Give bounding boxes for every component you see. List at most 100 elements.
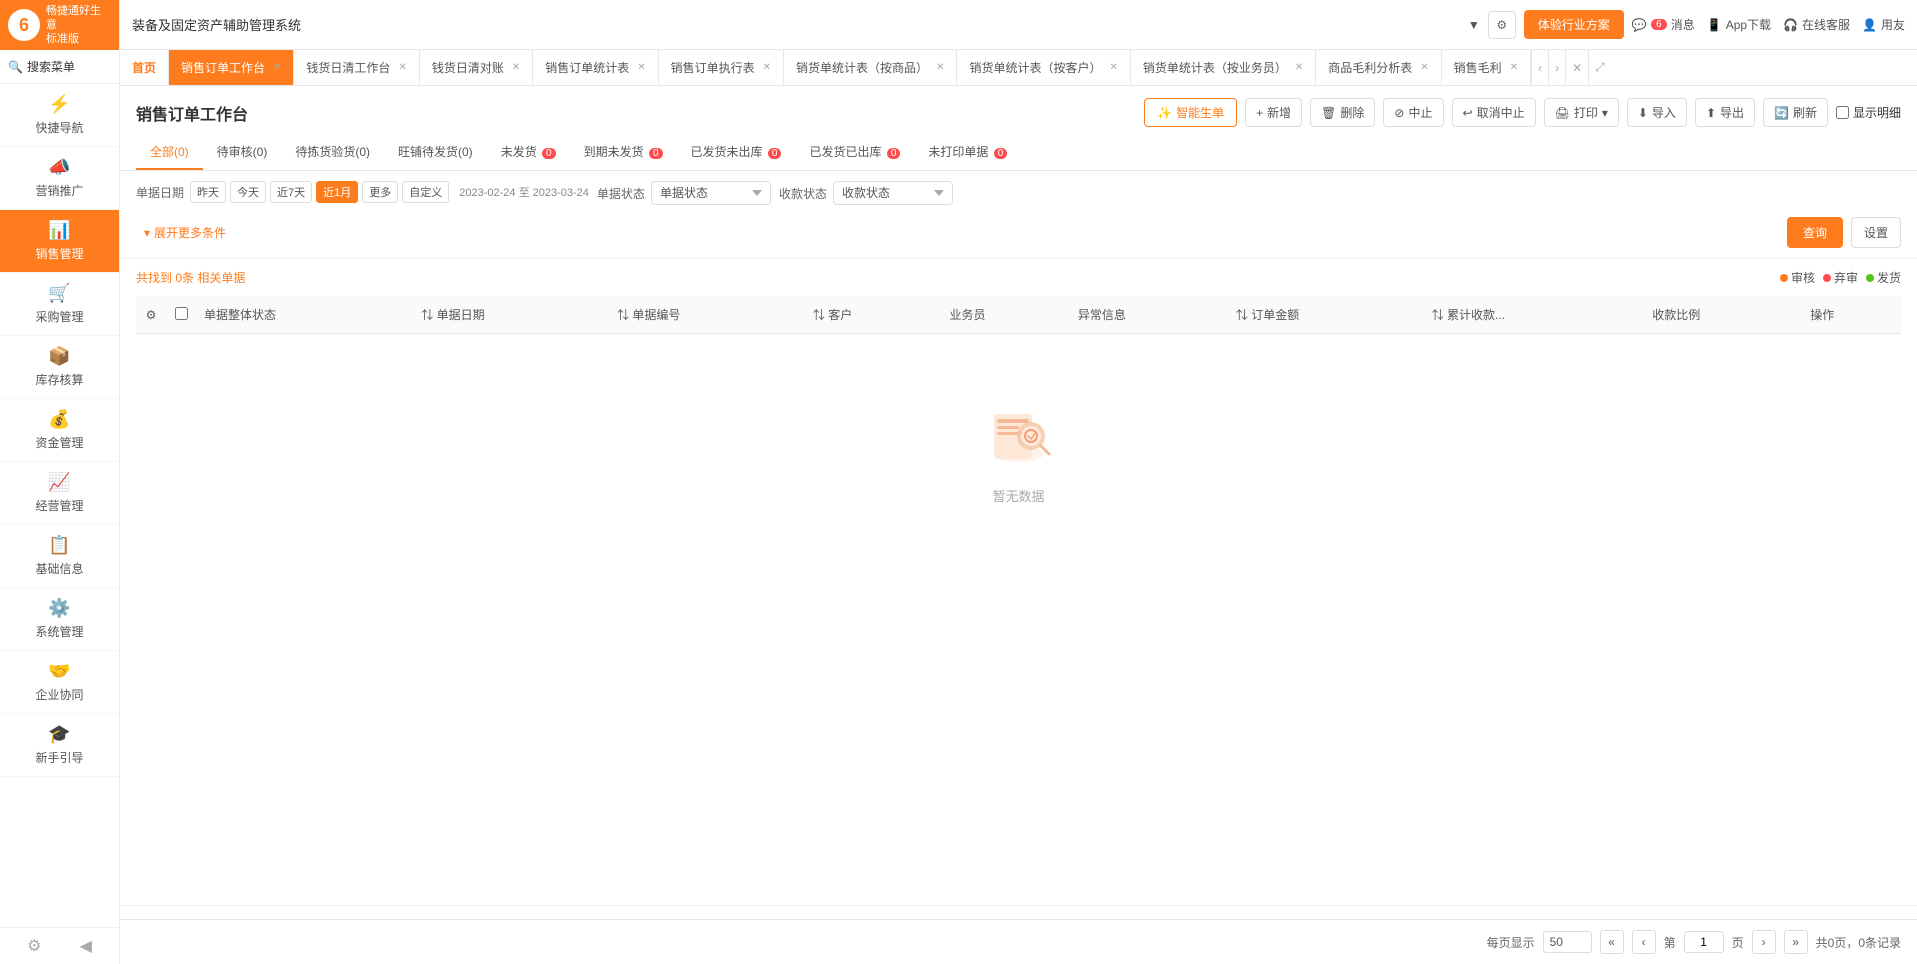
sidebar-item-marketing[interactable]: 📣 营销推广 [0, 147, 119, 210]
tab-close-icon[interactable]: ✕ [398, 62, 406, 73]
sidebar-search[interactable]: 🔍 搜索菜单 [0, 50, 119, 84]
export-btn[interactable]: ⬆ 导出 [1695, 98, 1755, 127]
tab-home[interactable]: 首页 [120, 50, 169, 85]
sub-tab-shipped-wh[interactable]: 已发货已出库 0 [795, 135, 914, 170]
sub-tab-not-printed[interactable]: 未打印单据 0 [914, 135, 1021, 170]
date-btn-yesterday[interactable]: 昨天 [190, 181, 226, 203]
date-btn-today[interactable]: 今天 [230, 181, 266, 203]
sub-tab-wangpu[interactable]: 旺铺待发货(0) [384, 135, 487, 170]
tab-close-icon[interactable]: ✕ [1109, 62, 1117, 73]
tab-close-icon[interactable]: ✕ [936, 62, 944, 73]
sidebar-item-finance[interactable]: 💰 资金管理 [0, 399, 119, 462]
payment-filter-select[interactable]: 收款状态 [833, 181, 953, 205]
batch-cancel-review-btn[interactable]: 弃审 [1823, 269, 1858, 286]
last-page-btn[interactable]: » [1784, 930, 1808, 954]
tab-cash-reconcile[interactable]: 钱货日清对账 ✕ [420, 50, 533, 85]
batch-ship-btn[interactable]: 发货 [1866, 269, 1901, 286]
sidebar-item-system[interactable]: ⚙️ 系统管理 [0, 588, 119, 651]
settings-icon[interactable]: ⚙ [27, 936, 41, 956]
tab-close-icon[interactable]: ✕ [763, 62, 771, 73]
sidebar-item-operations[interactable]: 📈 经营管理 [0, 462, 119, 525]
sidebar-item-guide[interactable]: 🎓 新手引导 [0, 714, 119, 777]
sub-tab-overdue[interactable]: 到期未发货 0 [570, 135, 677, 170]
tab-sales-exec[interactable]: 销售订单执行表 ✕ [659, 50, 784, 85]
sidebar-item-label: 新手引导 [35, 749, 83, 766]
add-btn[interactable]: + 新增 [1245, 98, 1302, 127]
tab-sales-ratio[interactable]: 销售毛利 ✕ [1442, 50, 1531, 85]
sidebar-item-purchase[interactable]: 🛒 采购管理 [0, 273, 119, 336]
per-page-select[interactable]: 50 100 200 [1543, 931, 1592, 953]
filter-setting-btn[interactable]: 设置 [1851, 217, 1901, 248]
query-btn[interactable]: 查询 [1787, 217, 1843, 248]
tab-sales-workbench[interactable]: 销售订单工作台 ✕ [169, 50, 294, 85]
sidebar-item-enterprise[interactable]: 🤝 企业协同 [0, 651, 119, 714]
tab-close-icon[interactable]: ✕ [637, 62, 645, 73]
batch-review-btn[interactable]: 审核 [1780, 269, 1815, 286]
topbar: 装备及固定资产辅助管理系统 ▼ ⚙ 体验行业方案 💬 6 消息 📱 App下载 … [120, 0, 1917, 50]
sidebar-item-quick-nav[interactable]: ⚡ 快捷导航 [0, 84, 119, 147]
tab-close-icon[interactable]: ✕ [1295, 62, 1303, 73]
sidebar-item-sales[interactable]: 📊 销售管理 [0, 210, 119, 273]
import-btn[interactable]: ⬇ 导入 [1627, 98, 1687, 127]
tab-profit[interactable]: 商品毛利分析表 ✕ [1316, 50, 1441, 85]
tab-next-btn[interactable]: › [1548, 50, 1565, 85]
message-btn[interactable]: 💬 6 消息 [1632, 16, 1695, 33]
horizontal-scrollbar[interactable] [120, 905, 1917, 919]
tab-cash-daily[interactable]: 钱货日清工作台 ✕ [294, 50, 419, 85]
sidebar-item-inventory[interactable]: 📦 库存核算 [0, 336, 119, 399]
date-btn-more[interactable]: 更多 [362, 181, 398, 203]
date-btn-custom[interactable]: 自定义 [402, 181, 449, 203]
sub-tab-pending-review[interactable]: 待审核(0) [203, 135, 282, 170]
tab-prev-btn[interactable]: ‹ [1531, 50, 1548, 85]
star-icon: ✨ [1157, 106, 1172, 120]
date-btn-1month[interactable]: 近1月 [316, 181, 358, 203]
online-service-btn[interactable]: 🎧 在线客服 [1783, 16, 1850, 33]
first-page-btn[interactable]: « [1600, 930, 1624, 954]
tab-sales-stats[interactable]: 销售订单统计表 ✕ [533, 50, 658, 85]
expand-conditions-btn[interactable]: ▾ 展开更多条件 [136, 220, 234, 245]
cancel-stop-btn[interactable]: ↩ 取消中止 [1452, 98, 1536, 127]
app-download-btn[interactable]: 📱 App下载 [1707, 16, 1771, 33]
tab-close-icon[interactable]: ✕ [273, 62, 281, 73]
th-date[interactable]: ⇅ 单据日期 [413, 296, 609, 334]
tab-close-all-btn[interactable]: ✕ [1565, 50, 1588, 85]
ship-label: 发货 [1877, 269, 1901, 286]
sidebar-item-basics[interactable]: 📋 基础信息 [0, 525, 119, 588]
sub-tab-pending-inspection[interactable]: 待拣货验货(0) [281, 135, 384, 170]
sub-tab-shipped-not-wh[interactable]: 已发货未出库 0 [677, 135, 796, 170]
stop-btn[interactable]: ⊘ 中止 [1383, 98, 1443, 127]
smart-create-btn[interactable]: ✨ 智能生单 [1144, 98, 1237, 127]
tab-expand-btn[interactable]: ⤢ [1588, 50, 1611, 85]
user-avatar-btn[interactable]: 👤 用友 [1862, 16, 1905, 33]
th-checkbox[interactable] [166, 296, 196, 334]
th-amount[interactable]: ⇅ 订单金额 [1228, 296, 1424, 334]
sub-tab-not-shipped[interactable]: 未发货 0 [487, 135, 570, 170]
refresh-btn[interactable]: 🔄 刷新 [1763, 98, 1828, 127]
th-settings[interactable]: ⚙ [136, 296, 166, 334]
th-customer[interactable]: ⇅ 客户 [805, 296, 942, 334]
tab-close-icon[interactable]: ✕ [1420, 62, 1428, 73]
th-number[interactable]: ⇅ 单据编号 [609, 296, 805, 334]
tab-sales-by-staff[interactable]: 销货单统计表（按业务员） ✕ [1131, 50, 1316, 85]
next-page-btn[interactable]: › [1752, 930, 1776, 954]
delete-btn[interactable]: 🗑 删除 [1310, 98, 1375, 127]
system-title-dropdown[interactable]: ▼ [1468, 18, 1480, 32]
show-detail-checkbox[interactable] [1836, 106, 1849, 119]
tab-sales-by-product[interactable]: 销货单统计表（按商品） ✕ [784, 50, 957, 85]
tab-sales-by-customer[interactable]: 销货单统计表（按客户） ✕ [957, 50, 1130, 85]
status-filter-select[interactable]: 单据状态 [651, 181, 771, 205]
show-detail-toggle[interactable]: 显示明细 [1836, 104, 1901, 121]
select-all-checkbox[interactable] [175, 307, 188, 320]
collapse-icon[interactable]: ◀ [80, 936, 92, 956]
tab-close-icon[interactable]: ✕ [1510, 62, 1518, 73]
sub-tab-all[interactable]: 全部(0) [136, 135, 203, 170]
date-btn-7days[interactable]: 近7天 [270, 181, 312, 203]
topbar-settings-btn[interactable]: ⚙ [1488, 11, 1516, 39]
tab-close-icon[interactable]: ✕ [512, 62, 520, 73]
tab-label: 销售订单工作台 [181, 59, 265, 76]
prev-page-btn[interactable]: ‹ [1632, 930, 1656, 954]
th-collected[interactable]: ⇅ 累计收款... [1424, 296, 1645, 334]
print-btn[interactable]: 🖨 打印 ▾ [1544, 98, 1619, 127]
page-input[interactable] [1684, 931, 1724, 953]
industry-solution-btn[interactable]: 体验行业方案 [1524, 10, 1624, 39]
